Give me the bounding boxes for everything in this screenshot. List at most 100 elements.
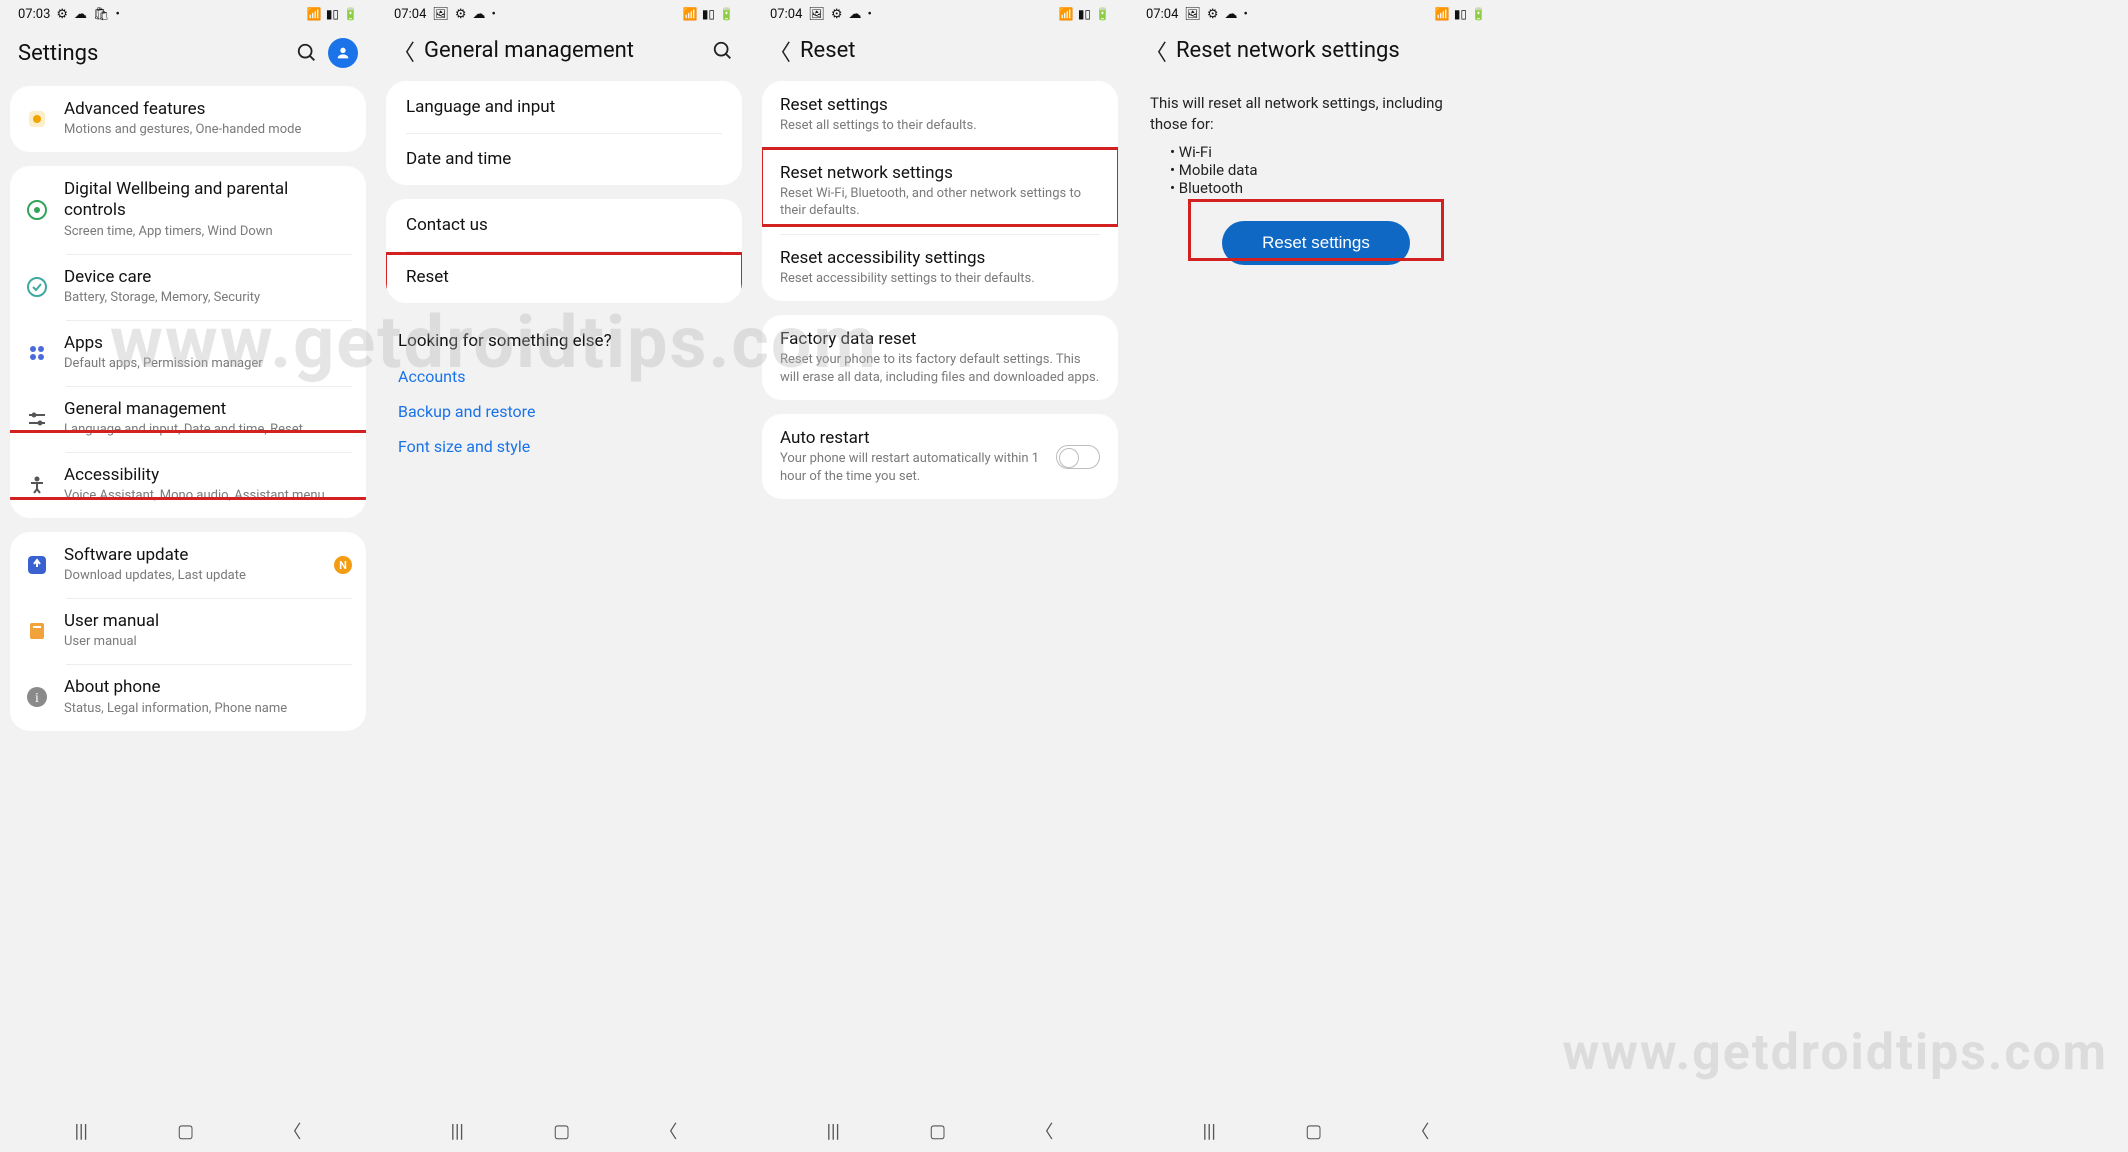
nav-back[interactable]: 〈 <box>659 1118 677 1144</box>
row-factory-reset[interactable]: Factory data reset Reset your phone to i… <box>762 315 1118 400</box>
search-icon[interactable] <box>296 42 318 64</box>
row-sub: Reset your phone to its factory default … <box>780 351 1100 386</box>
row-label: User manual <box>64 611 352 632</box>
reset-settings-button[interactable]: Reset settings <box>1222 221 1410 265</box>
wifi-icon: 📶 <box>1059 7 1074 21</box>
row-label: General management <box>64 399 352 420</box>
row-label: Apps <box>64 333 352 354</box>
status-time: 07:04 <box>1146 7 1178 22</box>
row-label: Factory data reset <box>780 329 1100 349</box>
signal-icon: ▮▯ <box>326 7 339 21</box>
status-image-icon: 🖼 <box>432 7 449 22</box>
status-bar: 07:04 🖼 ⚙ ☁ • 📶 ▮▯ 🔋 <box>752 0 1128 28</box>
nav-back[interactable]: 〈 <box>283 1118 301 1144</box>
row-sub: Battery, Storage, Memory, Security <box>64 290 352 307</box>
row-contact-us[interactable]: Contact us <box>386 199 742 251</box>
avatar[interactable] <box>328 38 358 68</box>
nav-bar: ||| ▢ 〈 <box>752 1110 1128 1152</box>
back-icon[interactable]: 〈 <box>1146 41 1166 61</box>
row-device-care[interactable]: Device care Battery, Storage, Memory, Se… <box>10 254 366 320</box>
row-label: Reset settings <box>780 95 1100 115</box>
reset-description: This will reset all network settings, in… <box>1128 81 1504 141</box>
bullet-wifi: Wi-Fi <box>1170 143 1482 161</box>
software-update-icon <box>24 552 50 578</box>
row-user-manual[interactable]: User manual User manual <box>10 598 366 664</box>
row-apps[interactable]: Apps Default apps, Permission manager <box>10 320 366 386</box>
looking-title: Looking for something else? <box>376 317 752 359</box>
row-sub: Motions and gestures, One-handed mode <box>64 122 352 139</box>
status-image-icon: 🖼 <box>808 7 825 22</box>
status-dot-icon: • <box>868 7 872 22</box>
status-gear-icon: ⚙ <box>1207 7 1219 22</box>
screen-reset: 07:04 🖼 ⚙ ☁ • 📶 ▮▯ 🔋 〈 Reset Reset setti… <box>752 0 1128 1152</box>
status-gear-icon: ⚙ <box>831 7 843 22</box>
row-label: Accessibility <box>64 465 352 486</box>
nav-recent[interactable]: ||| <box>451 1121 464 1142</box>
nav-home[interactable]: ▢ <box>553 1121 570 1142</box>
device-care-icon <box>24 274 50 300</box>
header: Settings <box>0 28 376 86</box>
row-label: Reset network settings <box>780 163 1100 183</box>
signal-icon: ▮▯ <box>1454 7 1467 21</box>
auto-restart-toggle[interactable] <box>1056 445 1100 469</box>
signal-icon: ▮▯ <box>1078 7 1091 21</box>
status-time: 07:03 <box>18 7 50 22</box>
page-title: General management <box>424 38 702 63</box>
row-software-update[interactable]: Software update Download updates, Last u… <box>10 532 366 598</box>
status-cloud-icon: ☁ <box>74 7 87 22</box>
row-reset-settings[interactable]: Reset settings Reset all settings to the… <box>762 81 1118 149</box>
row-accessibility[interactable]: Accessibility Voice Assistant, Mono audi… <box>10 452 366 518</box>
status-time: 07:04 <box>770 7 802 22</box>
link-accounts[interactable]: Accounts <box>376 359 752 394</box>
page-title: Reset network settings <box>1176 38 1486 63</box>
wifi-icon: 📶 <box>1435 7 1450 21</box>
nav-home[interactable]: ▢ <box>177 1121 194 1142</box>
row-auto-restart[interactable]: Auto restart Your phone will restart aut… <box>762 414 1118 499</box>
row-sub: User manual <box>64 634 352 651</box>
card-reset-options: Reset settings Reset all settings to the… <box>762 81 1118 301</box>
row-sub: Reset all settings to their defaults. <box>780 117 1100 135</box>
screen-settings: 07:03 ⚙ ☁ 🛍 • 📶 ▮▯ 🔋 Settings Advanced f… <box>0 0 376 1152</box>
back-icon[interactable]: 〈 <box>770 41 790 61</box>
nav-bar: ||| ▢ 〈 <box>376 1110 752 1152</box>
row-label: About phone <box>64 677 352 698</box>
row-label: Advanced features <box>64 99 352 120</box>
nav-recent[interactable]: ||| <box>827 1121 840 1142</box>
link-backup-restore[interactable]: Backup and restore <box>376 394 752 429</box>
status-bag-icon: 🛍 <box>93 7 110 22</box>
nav-back[interactable]: 〈 <box>1035 1118 1053 1144</box>
battery-icon: 🔋 <box>1095 7 1110 21</box>
accessibility-icon <box>24 472 50 498</box>
row-advanced-features[interactable]: Advanced features Motions and gestures, … <box>10 86 366 152</box>
battery-icon: 🔋 <box>1471 7 1486 21</box>
row-sub: Reset accessibility settings to their de… <box>780 270 1100 288</box>
row-reset-accessibility[interactable]: Reset accessibility settings Reset acces… <box>762 234 1118 302</box>
card-contact-reset: Contact us Reset <box>386 199 742 303</box>
row-reset[interactable]: Reset <box>386 251 742 303</box>
status-dot-icon: • <box>492 7 496 22</box>
link-font-size-style[interactable]: Font size and style <box>376 429 752 464</box>
svg-text:i: i <box>35 691 39 706</box>
row-reset-network[interactable]: Reset network settings Reset Wi-Fi, Blue… <box>762 149 1118 234</box>
status-dot-icon: • <box>1244 7 1248 22</box>
nav-back[interactable]: 〈 <box>1411 1118 1429 1144</box>
nav-recent[interactable]: ||| <box>1203 1121 1216 1142</box>
back-icon[interactable]: 〈 <box>394 41 414 61</box>
nav-bar: ||| ▢ 〈 <box>0 1110 376 1152</box>
nav-home[interactable]: ▢ <box>1305 1121 1322 1142</box>
row-about-phone[interactable]: i About phone Status, Legal information,… <box>10 664 366 730</box>
row-language-input[interactable]: Language and input <box>386 81 742 133</box>
nav-recent[interactable]: ||| <box>75 1121 88 1142</box>
row-date-time[interactable]: Date and time <box>386 133 742 185</box>
row-sub: Reset Wi-Fi, Bluetooth, and other networ… <box>780 185 1100 220</box>
bullet-bluetooth: Bluetooth <box>1170 179 1482 197</box>
header: 〈 Reset <box>752 28 1128 81</box>
row-digital-wellbeing[interactable]: Digital Wellbeing and parental controls … <box>10 166 366 253</box>
row-sub: Default apps, Permission manager <box>64 356 352 373</box>
status-cloud-icon: ☁ <box>849 7 862 22</box>
search-icon[interactable] <box>712 40 734 62</box>
page-title: Settings <box>18 41 286 66</box>
nav-bar: ||| ▢ 〈 <box>1128 1110 1504 1152</box>
nav-home[interactable]: ▢ <box>929 1121 946 1142</box>
row-general-management[interactable]: General management Language and input, D… <box>10 386 366 452</box>
